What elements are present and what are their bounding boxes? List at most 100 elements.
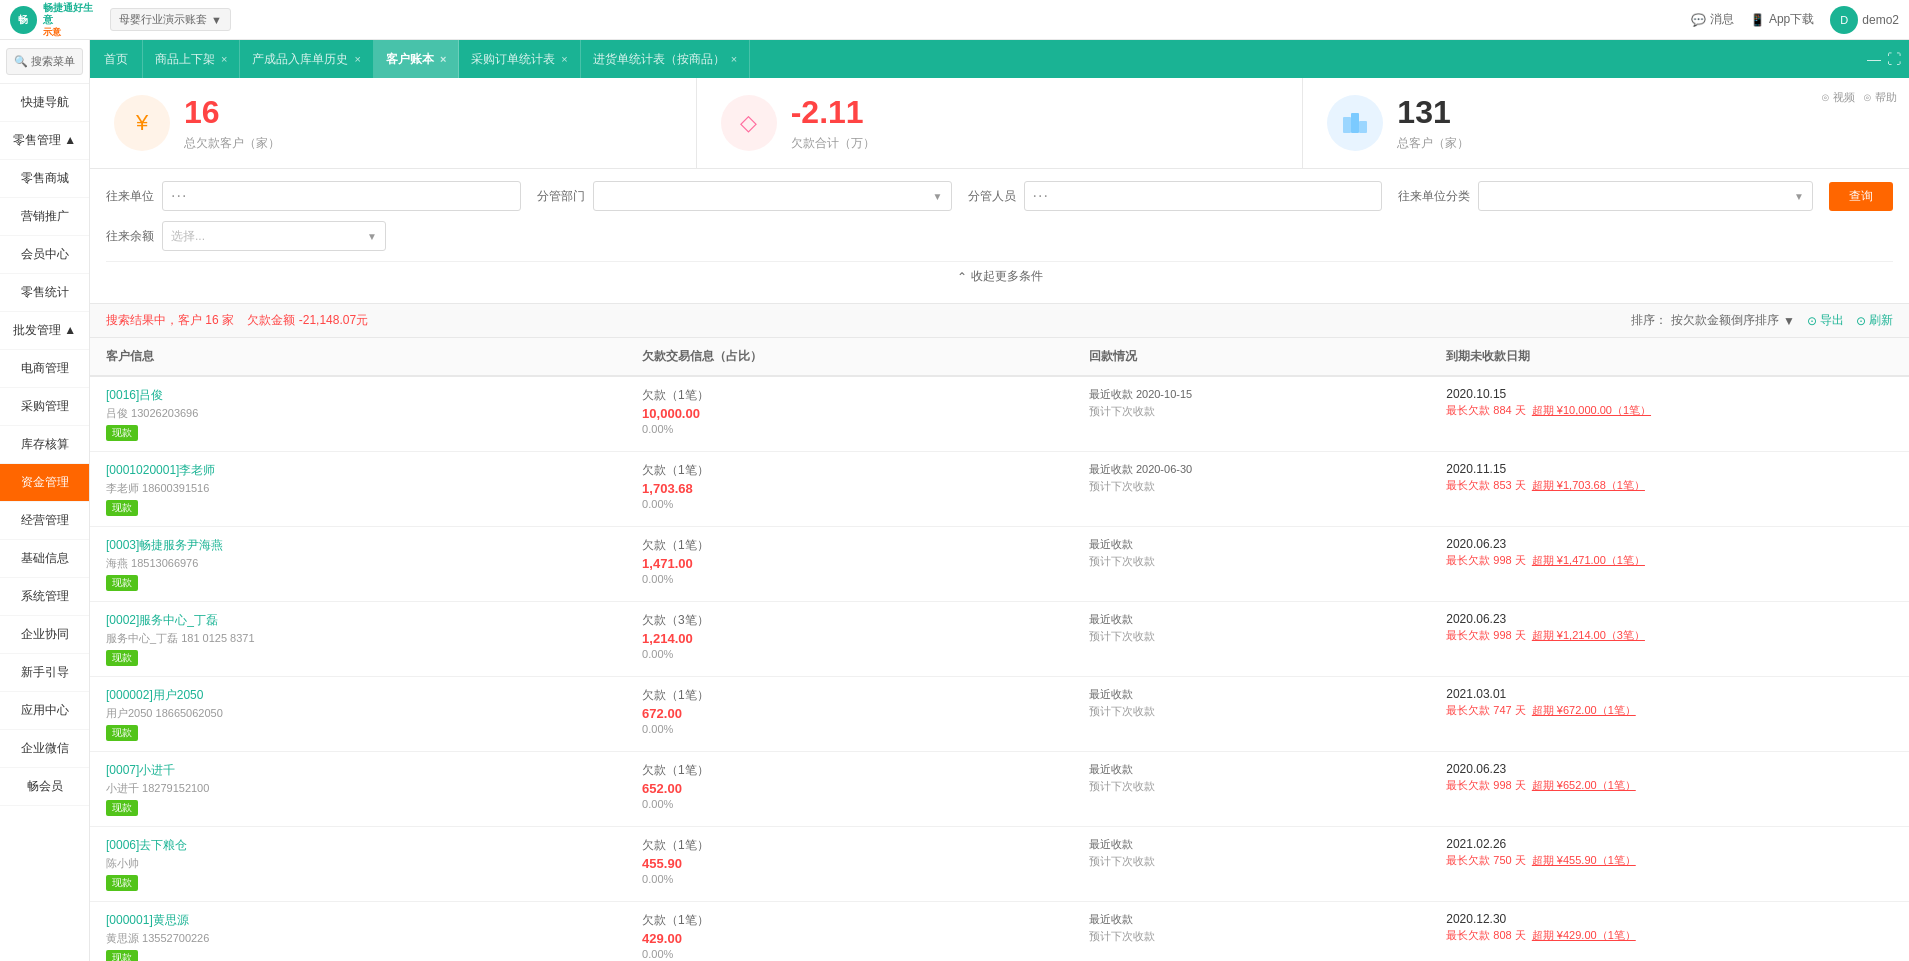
message-button[interactable]: 💬 消息 — [1691, 11, 1734, 28]
from-unit-input[interactable]: ··· — [162, 181, 521, 211]
help-link[interactable]: ⊙ 帮助 — [1863, 90, 1897, 105]
sidebar-item-quick-nav[interactable]: 快捷导航 — [0, 84, 89, 122]
sidebar-item-enterprise-wechat[interactable]: 企业微信 — [0, 730, 89, 768]
debt-percent-2: 0.00% — [642, 573, 1089, 585]
stat-info-debt-customers: 16 总欠款客户（家） — [184, 94, 280, 152]
debt-percent-7: 0.00% — [642, 948, 1089, 960]
overdue-link-0[interactable]: 超期 ¥10,000.00（1笔） — [1532, 404, 1651, 416]
customer-badge-5: 现款 — [106, 800, 138, 816]
customer-name-link-1[interactable]: [0001020001]李老师 — [106, 463, 215, 477]
overdue-link-2[interactable]: 超期 ¥1,471.00（1笔） — [1532, 554, 1645, 566]
table-row: [0003]畅捷服务尹海燕 海燕 18513066976 现款 欠款（1笔） 1… — [90, 527, 1909, 602]
tab-close-production-history[interactable]: × — [354, 53, 360, 65]
download-icon: 📱 — [1750, 13, 1765, 27]
customer-name-link-6[interactable]: [0006]去下粮仓 — [106, 838, 187, 852]
overdue-date-5: 2020.06.23 — [1446, 762, 1893, 776]
sidebar-item-finance[interactable]: 资金管理 — [0, 464, 89, 502]
cell-collection-7: 最近收款 预计下次收款 — [1089, 912, 1446, 961]
sort-selector[interactable]: 排序： 按欠款金额倒序排序 ▼ — [1631, 312, 1795, 329]
collection-next-2: 预计下次收款 — [1089, 554, 1446, 569]
customer-name-link-0[interactable]: [0016]吕俊 — [106, 388, 163, 402]
customer-name-link-5[interactable]: [0007]小进千 — [106, 763, 175, 777]
collection-next-0: 预计下次收款 — [1089, 404, 1446, 419]
user-menu[interactable]: D demo2 — [1830, 6, 1899, 34]
collection-latest-2: 最近收款 — [1089, 537, 1446, 552]
search-menu-button[interactable]: 🔍 搜索菜单 — [6, 48, 83, 75]
overdue-link-7[interactable]: 超期 ¥429.00（1笔） — [1532, 929, 1636, 941]
table-header: 客户信息 欠款交易信息（占比） 回款情况 到期未收款日期 — [90, 338, 1909, 377]
sidebar-item-new-guide[interactable]: 新手引导 — [0, 654, 89, 692]
table-body: [0016]吕俊 吕俊 13026203696 现款 欠款（1笔） 10,000… — [90, 377, 1909, 961]
division-input[interactable]: ▼ — [593, 181, 952, 211]
collapse-filters-button[interactable]: ⌃ 收起更多条件 — [106, 261, 1893, 291]
store-selector[interactable]: 母婴行业演示账套 ▼ — [110, 8, 231, 31]
video-help-link[interactable]: ⊙ 视频 — [1821, 90, 1855, 105]
tab-maximize-icon[interactable]: ⛶ — [1887, 51, 1901, 67]
sidebar-item-marketing[interactable]: 营销推广 — [0, 198, 89, 236]
sidebar-item-member[interactable]: 会员中心 — [0, 236, 89, 274]
unit-category-input[interactable]: ▼ — [1478, 181, 1813, 211]
tab-close-product-status[interactable]: × — [221, 53, 227, 65]
debt-percent-0: 0.00% — [642, 423, 1089, 435]
sidebar-item-operations[interactable]: 经营管理 — [0, 502, 89, 540]
sidebar-item-retail-mall[interactable]: 零售商城 — [0, 160, 89, 198]
customer-name-link-7[interactable]: [000001]黄思源 — [106, 913, 189, 927]
overdue-link-5[interactable]: 超期 ¥652.00（1笔） — [1532, 779, 1636, 791]
debt-customers-value: 16 — [184, 94, 280, 131]
sidebar-item-batch-management[interactable]: 批发管理 ▲ — [0, 312, 89, 350]
collection-next-5: 预计下次收款 — [1089, 779, 1446, 794]
app-download-button[interactable]: 📱 App下载 — [1750, 11, 1814, 28]
division-label: 分管部门 — [537, 188, 585, 205]
debt-customers-icon: ¥ — [114, 95, 170, 151]
customer-name-link-3[interactable]: [0002]服务中心_丁磊 — [106, 613, 218, 627]
balance-input[interactable]: 选择... ▼ — [162, 221, 386, 251]
cell-customer-1: [0001020001]李老师 李老师 18600391516 现款 — [106, 462, 642, 516]
sidebar-item-system[interactable]: 系统管理 — [0, 578, 89, 616]
collection-latest-0: 最近收款 2020-10-15 — [1089, 387, 1446, 402]
result-bar: 搜索结果中，客户 16 家 欠款金额 -21,148.07元 排序： 按欠款金额… — [90, 304, 1909, 338]
overdue-days-0: 最长欠款 884 天 超期 ¥10,000.00（1笔） — [1446, 403, 1893, 418]
logo-text: 畅捷通好生意示意 — [43, 2, 100, 38]
tab-close-purchase-order-stats[interactable]: × — [561, 53, 567, 65]
cell-overdue-2: 2020.06.23 最长欠款 998 天 超期 ¥1,471.00（1笔） — [1446, 537, 1893, 591]
customer-phone-3: 服务中心_丁磊 181 0125 8371 — [106, 631, 642, 646]
sidebar-item-app-center[interactable]: 应用中心 — [0, 692, 89, 730]
tab-customer-account[interactable]: 客户账本 × — [374, 40, 459, 78]
tab-product-status[interactable]: 商品上下架 × — [143, 40, 240, 78]
tab-close-customer-account[interactable]: × — [440, 53, 446, 65]
tab-close-purchase-stats-by-product[interactable]: × — [731, 53, 737, 65]
query-button[interactable]: 查询 — [1829, 182, 1893, 211]
tab-purchase-order-stats[interactable]: 采购订单统计表 × — [459, 40, 580, 78]
sidebar-item-retail-management[interactable]: 零售管理 ▲ — [0, 122, 89, 160]
overdue-date-7: 2020.12.30 — [1446, 912, 1893, 926]
customer-badge-1: 现款 — [106, 500, 138, 516]
overdue-date-6: 2021.02.26 — [1446, 837, 1893, 851]
sidebar-item-enterprise[interactable]: 企业协同 — [0, 616, 89, 654]
overdue-link-1[interactable]: 超期 ¥1,703.68（1笔） — [1532, 479, 1645, 491]
sidebar-item-member-premium[interactable]: 畅会员 — [0, 768, 89, 806]
table-row: [0001020001]李老师 李老师 18600391516 现款 欠款（1笔… — [90, 452, 1909, 527]
tab-home[interactable]: 首页 — [90, 40, 143, 78]
sidebar-item-ecommerce[interactable]: 电商管理 — [0, 350, 89, 388]
overdue-link-6[interactable]: 超期 ¥455.90（1笔） — [1532, 854, 1636, 866]
filter-unit-category: 往来单位分类 ▼ — [1398, 181, 1813, 211]
export-icon: ⊙ — [1807, 314, 1817, 328]
sidebar-item-retail-stats[interactable]: 零售统计 — [0, 274, 89, 312]
refresh-button[interactable]: ⊙ 刷新 — [1856, 312, 1893, 329]
overdue-link-4[interactable]: 超期 ¥672.00（1笔） — [1532, 704, 1636, 716]
cell-customer-4: [000002]用户2050 用户2050 18665062050 现款 — [106, 687, 642, 741]
customer-name-link-2[interactable]: [0003]畅捷服务尹海燕 — [106, 538, 223, 552]
sidebar-item-inventory[interactable]: 库存核算 — [0, 426, 89, 464]
cell-collection-6: 最近收款 预计下次收款 — [1089, 837, 1446, 891]
sidebar-item-basic-info[interactable]: 基础信息 — [0, 540, 89, 578]
tab-bar: 首页 商品上下架 × 产成品入库单历史 × 客户账本 × 采购订单统计表 × — [90, 40, 1909, 78]
tab-purchase-stats-by-product[interactable]: 进货单统计表（按商品） × — [581, 40, 750, 78]
tab-minimize-icon[interactable]: — — [1867, 51, 1881, 67]
customer-name-link-4[interactable]: [000002]用户2050 — [106, 688, 203, 702]
export-button[interactable]: ⊙ 导出 — [1807, 312, 1844, 329]
manager-input[interactable]: ··· — [1024, 181, 1383, 211]
tab-production-history[interactable]: 产成品入库单历史 × — [240, 40, 373, 78]
table-row: [0016]吕俊 吕俊 13026203696 现款 欠款（1笔） 10,000… — [90, 377, 1909, 452]
overdue-link-3[interactable]: 超期 ¥1,214.00（3笔） — [1532, 629, 1645, 641]
sidebar-item-purchase[interactable]: 采购管理 — [0, 388, 89, 426]
